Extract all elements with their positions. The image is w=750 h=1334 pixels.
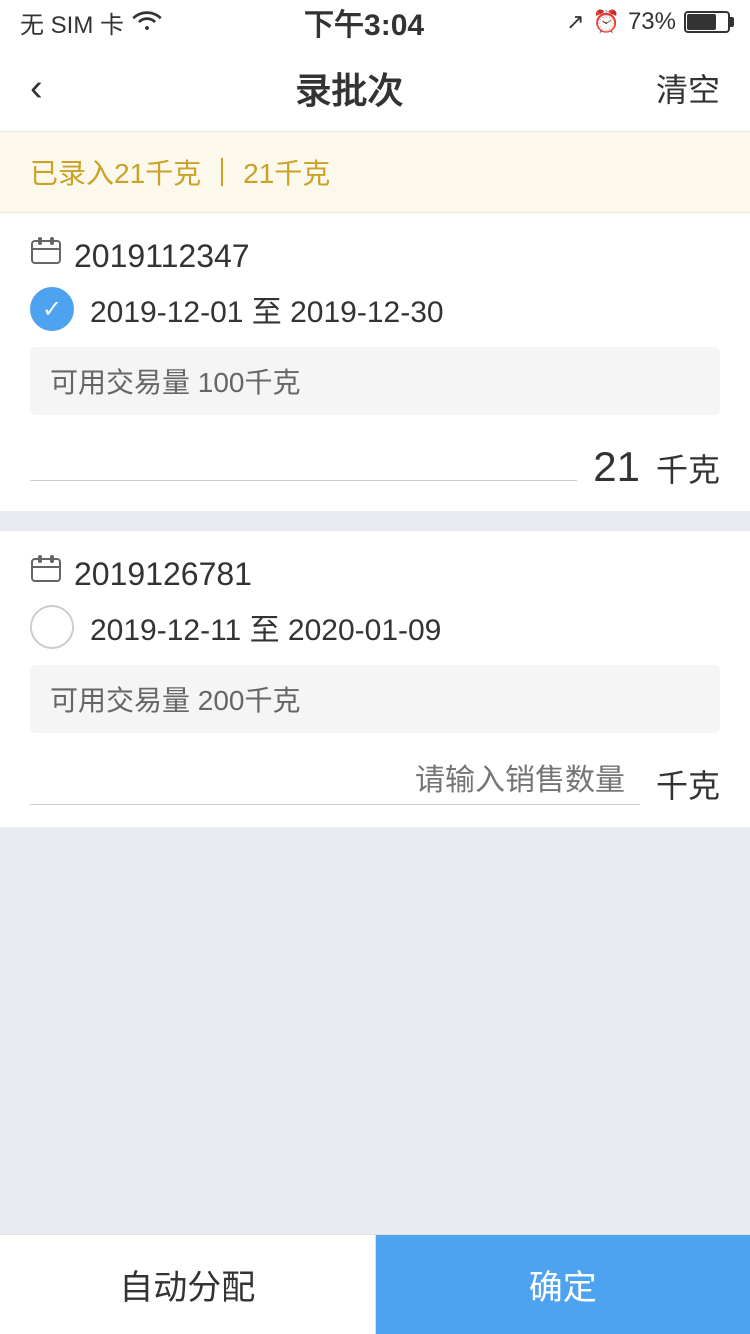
batch2-unit: 千克 — [656, 761, 720, 807]
info-divider — [221, 158, 223, 186]
confirm-button[interactable]: 确定 — [376, 1235, 750, 1334]
status-bar: 无 SIM 卡 下午3:04 ↗ ⏰ 73% — [0, 0, 750, 44]
location-icon: ↗ — [566, 9, 584, 35]
nav-bar: ‹ 录批次 清空 — [0, 44, 750, 132]
batch-id-icon-1 — [30, 237, 62, 275]
batch2-qty-input[interactable] — [30, 764, 640, 805]
batch-item-1: 2019112347 ✓ 2019-12-01 至 2019-12-30 可用交… — [0, 213, 750, 511]
status-right: ↗ ⏰ 73% — [566, 8, 730, 36]
batch2-header: 2019126781 — [0, 555, 750, 605]
back-button[interactable]: ‹ — [30, 69, 43, 107]
no-sim-label: 无 SIM 卡 — [20, 5, 124, 40]
batch2-input-section: 千克 — [0, 749, 750, 827]
batch2-date-row: 2019-12-11 至 2020-01-09 — [0, 605, 750, 665]
batch2-radio[interactable] — [30, 605, 74, 649]
batch2-date: 2019-12-11 至 2020-01-09 — [90, 605, 441, 649]
recorded-label: 已录入21千克 — [30, 152, 201, 192]
wifi-icon — [132, 8, 162, 37]
batch-item-2: 2019126781 2019-12-11 至 2020-01-09 可用交易量… — [0, 531, 750, 827]
batch2-input-row: 千克 — [30, 761, 720, 807]
total-label: 21千克 — [243, 152, 330, 192]
batch1-date-row: ✓ 2019-12-01 至 2019-12-30 — [0, 287, 750, 347]
batch1-header: 2019112347 — [0, 237, 750, 287]
page-title: 录批次 — [295, 62, 403, 114]
auto-distribute-button[interactable]: 自动分配 — [0, 1235, 376, 1334]
alarm-icon: ⏰ — [593, 9, 620, 35]
battery-icon — [684, 11, 730, 33]
clear-button[interactable]: 清空 — [656, 65, 720, 111]
batch1-amount-unit: 千克 — [656, 445, 720, 491]
status-time: 下午3:04 — [304, 0, 424, 44]
batch-id-icon-2 — [30, 555, 62, 593]
batch1-date: 2019-12-01 至 2019-12-30 — [90, 287, 444, 331]
bottom-area — [0, 827, 750, 1267]
info-bar: 已录入21千克 21千克 — [0, 132, 750, 213]
batch2-qty: 可用交易量 200千克 — [30, 665, 720, 733]
batch1-qty: 可用交易量 100千克 — [30, 347, 720, 415]
footer: 自动分配 确定 — [0, 1234, 750, 1334]
section-divider-1 — [0, 511, 750, 531]
status-left: 无 SIM 卡 — [20, 5, 162, 40]
batch1-id: 2019112347 — [74, 238, 250, 275]
batch1-radio[interactable]: ✓ — [30, 287, 74, 331]
batch2-id: 2019126781 — [74, 556, 252, 593]
batch1-amount-value: 21 — [593, 443, 640, 491]
batch1-amount-row: 21 千克 — [30, 443, 720, 491]
check-icon-1: ✓ — [42, 295, 62, 324]
battery-percent: 73% — [628, 8, 676, 36]
batch1-amount-section: 21 千克 — [0, 431, 750, 511]
